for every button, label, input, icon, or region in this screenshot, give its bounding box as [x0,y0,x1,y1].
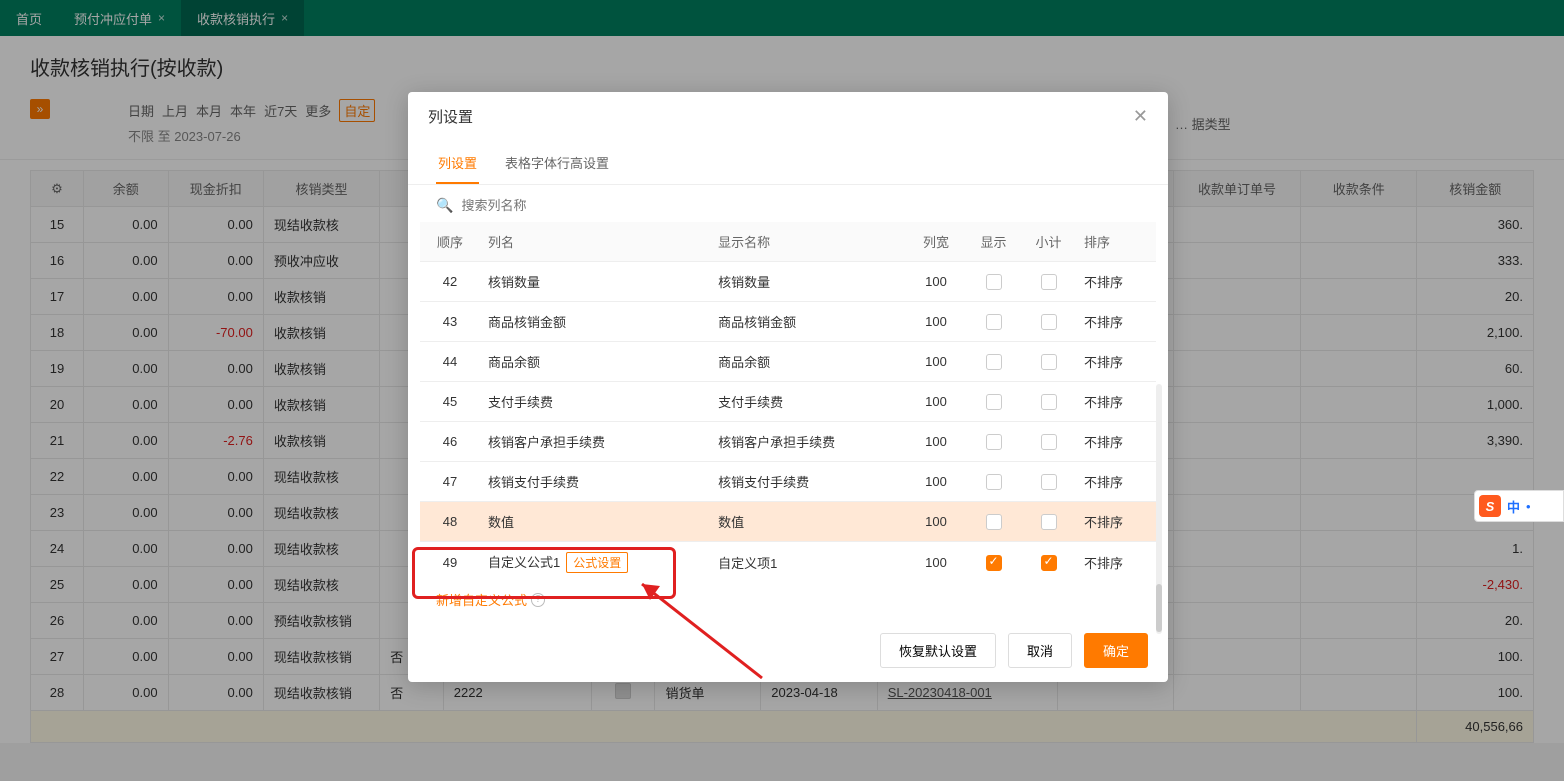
col-disp-cell: 核销客户承担手续费 [710,422,906,462]
sort-cell[interactable]: 不排序 [1076,262,1156,302]
col-disp-cell: 数值 [710,502,906,542]
modal-title: 列设置 [428,106,473,127]
ok-button[interactable]: 确定 [1084,633,1148,668]
col-disp-cell: 自定义项1 [710,542,906,581]
col-name-cell: 数值 [480,502,710,542]
subtotal-checkbox[interactable] [1041,274,1057,290]
restore-defaults-button[interactable]: 恢复默认设置 [880,633,996,668]
col-name-cell: 商品余额 [480,342,710,382]
col-display-name: 显示名称 [710,222,906,262]
col-name-cell: 核销客户承担手续费 [480,422,710,462]
column-row[interactable]: 46核销客户承担手续费核销客户承担手续费100不排序 [420,422,1156,462]
subtotal-checkbox[interactable] [1041,514,1057,530]
col-subtotal: 小计 [1021,222,1076,262]
show-checkbox[interactable] [986,474,1002,490]
modal-close-button[interactable]: ✕ [1133,106,1148,127]
sort-cell[interactable]: 不排序 [1076,422,1156,462]
col-name-cell: 支付手续费 [480,382,710,422]
show-checkbox[interactable] [986,514,1002,530]
col-show: 显示 [966,222,1021,262]
columns-table: 顺序 列名 显示名称 列宽 显示 小计 排序 42核销数量核销数量100不排序4… [420,222,1156,580]
column-search: 🔍 [408,185,1168,222]
col-order: 顺序 [420,222,480,262]
tab-font-row-height[interactable]: 表格字体行高设置 [503,147,611,184]
subtotal-checkbox[interactable] [1041,474,1057,490]
search-input[interactable] [461,198,1140,213]
column-row[interactable]: 45支付手续费支付手续费100不排序 [420,382,1156,422]
tab-column-settings[interactable]: 列设置 [436,147,479,184]
col-name: 列名 [480,222,710,262]
show-checkbox[interactable] [986,434,1002,450]
subtotal-checkbox[interactable] [1041,314,1057,330]
annotation-arrow [632,578,772,691]
search-icon: 🔍 [436,197,453,214]
col-sort: 排序 [1076,222,1156,262]
cancel-button[interactable]: 取消 [1008,633,1072,668]
subtotal-checkbox[interactable] [1041,394,1057,410]
sort-cell[interactable]: 不排序 [1076,382,1156,422]
subtotal-checkbox[interactable] [1041,555,1057,571]
show-checkbox[interactable] [986,274,1002,290]
column-row[interactable]: 42核销数量核销数量100不排序 [420,262,1156,302]
col-disp-cell: 核销数量 [710,262,906,302]
column-row[interactable]: 43商品核销金额商品核销金额100不排序 [420,302,1156,342]
sort-cell[interactable]: 不排序 [1076,302,1156,342]
show-checkbox[interactable] [986,314,1002,330]
col-disp-cell: 商品核销金额 [710,302,906,342]
col-name-cell: 核销支付手续费 [480,462,710,502]
col-width: 列宽 [906,222,966,262]
col-name-cell: 核销数量 [480,262,710,302]
sort-cell[interactable]: 不排序 [1076,462,1156,502]
col-disp-cell: 核销支付手续费 [710,462,906,502]
scrollbar-thumb[interactable] [1156,584,1162,632]
modal-tabs: 列设置 表格字体行高设置 [408,141,1168,185]
show-checkbox[interactable] [986,394,1002,410]
col-name-cell: 商品核销金额 [480,302,710,342]
subtotal-checkbox[interactable] [1041,434,1057,450]
sort-cell[interactable]: 不排序 [1076,542,1156,581]
modal-scrollbar[interactable] [1156,384,1162,634]
subtotal-checkbox[interactable] [1041,354,1057,370]
show-checkbox[interactable] [986,354,1002,370]
col-disp-cell: 支付手续费 [710,382,906,422]
column-row[interactable]: 48数值数值100不排序 [420,502,1156,542]
ime-indicator[interactable]: S 中 • [1474,490,1564,522]
column-row[interactable]: 44商品余额商品余额100不排序 [420,342,1156,382]
ime-lang: 中 [1507,497,1520,516]
sort-cell[interactable]: 不排序 [1076,342,1156,382]
sort-cell[interactable]: 不排序 [1076,502,1156,542]
col-disp-cell: 商品余额 [710,342,906,382]
column-row[interactable]: 47核销支付手续费核销支付手续费100不排序 [420,462,1156,502]
modal-footer: 恢复默认设置 取消 确定 [408,619,1168,682]
ime-brand-icon: S [1479,495,1501,517]
show-checkbox[interactable] [986,555,1002,571]
